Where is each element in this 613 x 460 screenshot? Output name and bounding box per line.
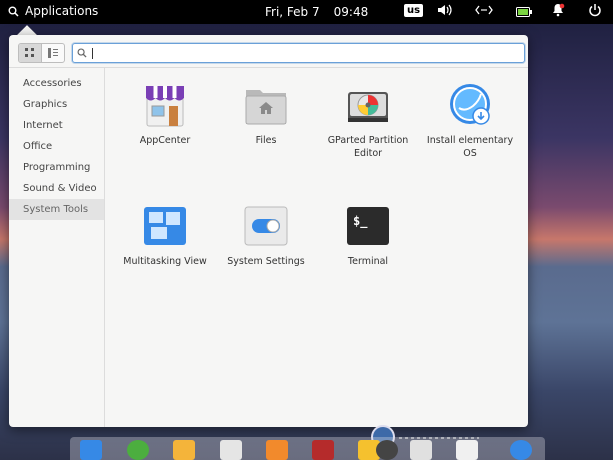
header-divider <box>9 67 528 68</box>
sidebar-item-system-tools[interactable]: System Tools <box>9 199 104 220</box>
settings-icon <box>243 203 289 249</box>
application-launcher: Accessories Graphics Internet Office Pro… <box>9 35 528 447</box>
multitasking-icon <box>142 203 188 249</box>
category-sidebar: Accessories Graphics Internet Office Pro… <box>9 73 104 220</box>
app-label: Terminal <box>347 256 389 267</box>
sidebar-item-office[interactable]: Office <box>9 136 104 157</box>
grid-icon <box>25 48 34 57</box>
sidebar-item-internet[interactable]: Internet <box>9 115 104 136</box>
search-input[interactable] <box>72 43 525 63</box>
files-icon <box>243 82 289 128</box>
svg-text:$_: $_ <box>353 214 368 229</box>
dock-camera-icon[interactable] <box>376 440 398 460</box>
dock-multitasking-icon[interactable] <box>80 440 102 460</box>
time-text: 09:48 <box>333 5 369 19</box>
applications-menu-button[interactable]: Applications <box>8 4 98 18</box>
top-panel: Applications Fri, Feb 7 09:48 us <box>0 0 613 24</box>
installer-icon <box>447 82 493 128</box>
dock-videos-icon[interactable] <box>312 440 334 460</box>
search-icon <box>77 48 87 58</box>
dock-installer-icon[interactable] <box>510 440 532 460</box>
app-label: Files <box>255 135 277 146</box>
grid-view-button[interactable] <box>19 44 41 62</box>
network-icon[interactable] <box>475 3 493 21</box>
app-label: Multitasking View <box>123 256 207 267</box>
app-label: AppCenter <box>139 135 191 146</box>
dock-music-icon[interactable] <box>266 440 288 460</box>
search-icon <box>8 6 19 17</box>
sidebar-item-graphics[interactable]: Graphics <box>9 94 104 115</box>
terminal-icon: $_ <box>345 203 391 249</box>
app-multitasking-view[interactable]: Multitasking View <box>115 203 215 268</box>
power-icon[interactable] <box>588 3 602 21</box>
list-icon <box>48 48 58 58</box>
applications-label: Applications <box>25 4 99 18</box>
dock-mail-icon[interactable] <box>173 440 195 460</box>
app-files[interactable]: Files <box>216 82 316 147</box>
dock-settings-icon[interactable] <box>410 440 432 460</box>
dock-browser-icon[interactable] <box>127 440 149 460</box>
datetime-indicator[interactable]: Fri, Feb 7 09:48 <box>265 5 368 19</box>
notifications-icon[interactable] <box>551 3 565 21</box>
app-label: Install elementary OS <box>426 135 514 159</box>
battery-icon[interactable] <box>516 6 532 21</box>
app-label: System Settings <box>227 256 305 267</box>
sidebar-divider <box>104 68 105 427</box>
keyboard-layout-indicator[interactable]: us <box>404 4 424 17</box>
dock-files-icon[interactable] <box>456 440 478 460</box>
appcenter-icon <box>142 82 188 128</box>
sidebar-item-programming[interactable]: Programming <box>9 157 104 178</box>
gparted-icon <box>345 82 391 128</box>
date-text: Fri, Feb 7 <box>265 5 320 19</box>
sidebar-item-sound-video[interactable]: Sound & Video <box>9 178 104 199</box>
dock-calendar-icon[interactable] <box>220 440 242 460</box>
app-appcenter[interactable]: AppCenter <box>115 82 215 147</box>
app-label: GParted Partition Editor <box>327 135 409 159</box>
app-gparted[interactable]: GParted Partition Editor <box>318 82 418 160</box>
text-cursor <box>92 47 93 59</box>
volume-icon[interactable] <box>436 3 452 21</box>
app-system-settings[interactable]: System Settings <box>216 203 316 268</box>
category-view-button[interactable] <box>41 44 64 62</box>
dock <box>70 437 545 460</box>
sidebar-item-accessories[interactable]: Accessories <box>9 73 104 94</box>
app-terminal[interactable]: $_ Terminal <box>318 203 418 268</box>
view-mode-toggle <box>18 43 65 63</box>
app-installer[interactable]: Install elementary OS <box>420 82 520 160</box>
